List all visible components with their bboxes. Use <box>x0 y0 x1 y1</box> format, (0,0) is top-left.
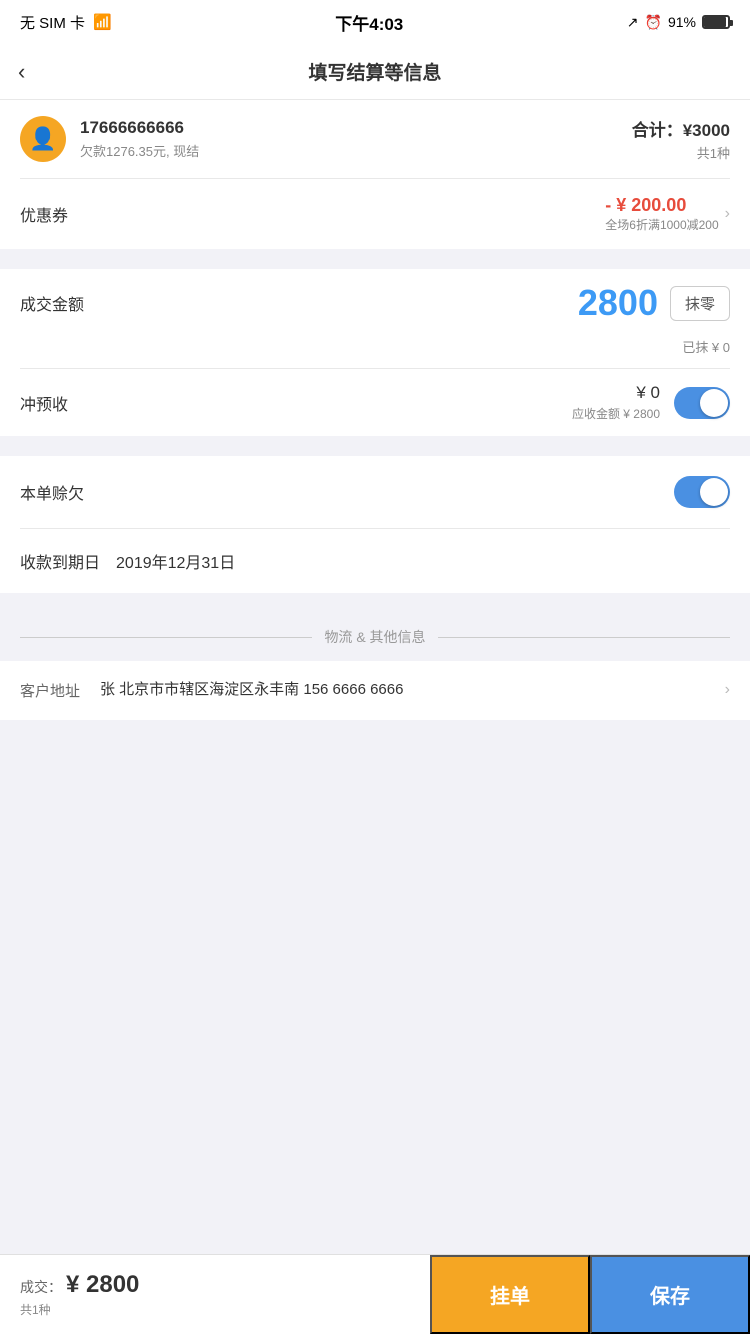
prepay-amount-block: ¥ 0 应收金额 ¥ 2800 <box>572 383 660 422</box>
bottom-amount: ¥ 2800 <box>66 1271 139 1299</box>
coupon-info: - ¥ 200.00 全场6折满1000减200 <box>605 195 718 233</box>
duedate-value: 2019年12月31日 <box>116 549 235 573</box>
alarm-icon: ⏰ <box>645 14 662 31</box>
address-row[interactable]: 客户地址 张 北京市市辖区海淀区永丰南 156 6666 6666 › <box>0 661 750 720</box>
section-gap-1 <box>0 259 750 269</box>
duedate-label: 收款到期日 <box>20 549 100 573</box>
coupon-label: 优惠券 <box>20 202 68 226</box>
debt-toggle[interactable] <box>674 476 730 508</box>
location-icon: ↗ <box>627 14 639 31</box>
prepay-right: ¥ 0 应收金额 ¥ 2800 <box>572 383 730 422</box>
duedate-row: 收款到期日 2019年12月31日 <box>0 529 750 593</box>
customer-info: 17666666666 欠款1276.35元, 现结 <box>80 118 199 160</box>
deal-row: 成交金额 2800 抹零 <box>0 269 750 337</box>
total-value: 合计：¥3000 <box>632 116 730 141</box>
nav-bar: ‹ 填写结算等信息 <box>0 44 750 100</box>
prepay-amount: ¥ 0 <box>572 383 660 403</box>
coupon-row[interactable]: 优惠券 - ¥ 200.00 全场6折满1000减200 › <box>0 179 750 249</box>
bottom-count: 共1种 <box>20 1301 410 1318</box>
prepay-row: 冲预收 ¥ 0 应收金额 ¥ 2800 <box>0 369 750 436</box>
deal-sub: 已抹 ¥ 0 <box>0 337 750 368</box>
wifi-icon: 📶 <box>93 13 112 31</box>
debt-label: 本单赊欠 <box>20 480 84 504</box>
debt-card: 本单赊欠 收款到期日 2019年12月31日 <box>0 456 750 593</box>
section-gap-3 <box>0 603 750 613</box>
bottom-deal-row: 成交： ¥ 2800 <box>20 1271 410 1299</box>
pending-button[interactable]: 挂单 <box>430 1255 590 1334</box>
page-title: 填写结算等信息 <box>308 58 441 85</box>
status-left: 无 SIM 卡 📶 <box>20 12 112 33</box>
toggle-thumb <box>700 389 728 417</box>
deal-label: 成交金额 <box>20 291 84 315</box>
customer-right: 合计：¥3000 共1种 <box>632 116 730 162</box>
battery-bar <box>702 15 730 29</box>
prepay-sub: 应收金额 ¥ 2800 <box>572 405 660 422</box>
chevron-right-icon: › <box>725 205 730 223</box>
address-card: 客户地址 张 北京市市辖区海淀区永丰南 156 6666 6666 › <box>0 661 750 720</box>
address-chevron-icon: › <box>725 681 730 699</box>
avatar-icon: 👤 <box>29 126 56 152</box>
prepay-label: 冲预收 <box>20 391 68 415</box>
section-gap-2 <box>0 446 750 456</box>
customer-row: 👤 17666666666 欠款1276.35元, 现结 合计：¥3000 共1… <box>0 100 750 178</box>
customer-sub: 欠款1276.35元, 现结 <box>80 141 199 160</box>
logistics-section-header: 物流 & 其他信息 <box>0 613 750 661</box>
bottom-bar: 成交： ¥ 2800 共1种 挂单 保存 <box>0 1254 750 1334</box>
bottom-summary: 成交： ¥ 2800 共1种 <box>0 1271 430 1318</box>
address-value: 张 北京市市辖区海淀区永丰南 156 6666 6666 <box>100 679 725 702</box>
debt-toggle-thumb <box>700 478 728 506</box>
debt-row: 本单赊欠 <box>0 456 750 528</box>
save-button[interactable]: 保存 <box>590 1255 750 1334</box>
round-button[interactable]: 抹零 <box>670 286 730 321</box>
prepay-toggle[interactable] <box>674 387 730 419</box>
coupon-desc: 全场6折满1000减200 <box>605 216 718 233</box>
header-line-right <box>438 637 730 638</box>
deal-right: 2800 抹零 <box>578 285 730 321</box>
header-line-left <box>20 637 312 638</box>
status-time: 下午4:03 <box>335 10 403 35</box>
carrier-label: 无 SIM 卡 <box>20 12 85 33</box>
bottom-deal-label: 成交： <box>20 1277 62 1297</box>
address-label: 客户地址 <box>20 680 80 701</box>
coupon-amount: - ¥ 200.00 <box>605 195 718 216</box>
deal-card: 成交金额 2800 抹零 已抹 ¥ 0 冲预收 ¥ 0 应收金额 ¥ 2800 <box>0 269 750 436</box>
footer-spacer <box>0 730 750 830</box>
status-right: ↗ ⏰ 91% <box>627 14 730 31</box>
customer-phone: 17666666666 <box>80 118 199 138</box>
coupon-right: - ¥ 200.00 全场6折满1000减200 › <box>605 195 730 233</box>
total-count: 共1种 <box>632 143 730 162</box>
avatar: 👤 <box>20 116 66 162</box>
deal-amount: 2800 <box>578 285 658 321</box>
back-button[interactable]: ‹ <box>18 59 25 85</box>
battery-fill <box>704 17 726 27</box>
customer-card: 👤 17666666666 欠款1276.35元, 现结 合计：¥3000 共1… <box>0 100 750 249</box>
status-bar: 无 SIM 卡 📶 下午4:03 ↗ ⏰ 91% <box>0 0 750 44</box>
customer-left: 👤 17666666666 欠款1276.35元, 现结 <box>20 116 199 162</box>
logistics-header-text: 物流 & 其他信息 <box>324 627 425 647</box>
battery-percent: 91% <box>668 14 696 30</box>
